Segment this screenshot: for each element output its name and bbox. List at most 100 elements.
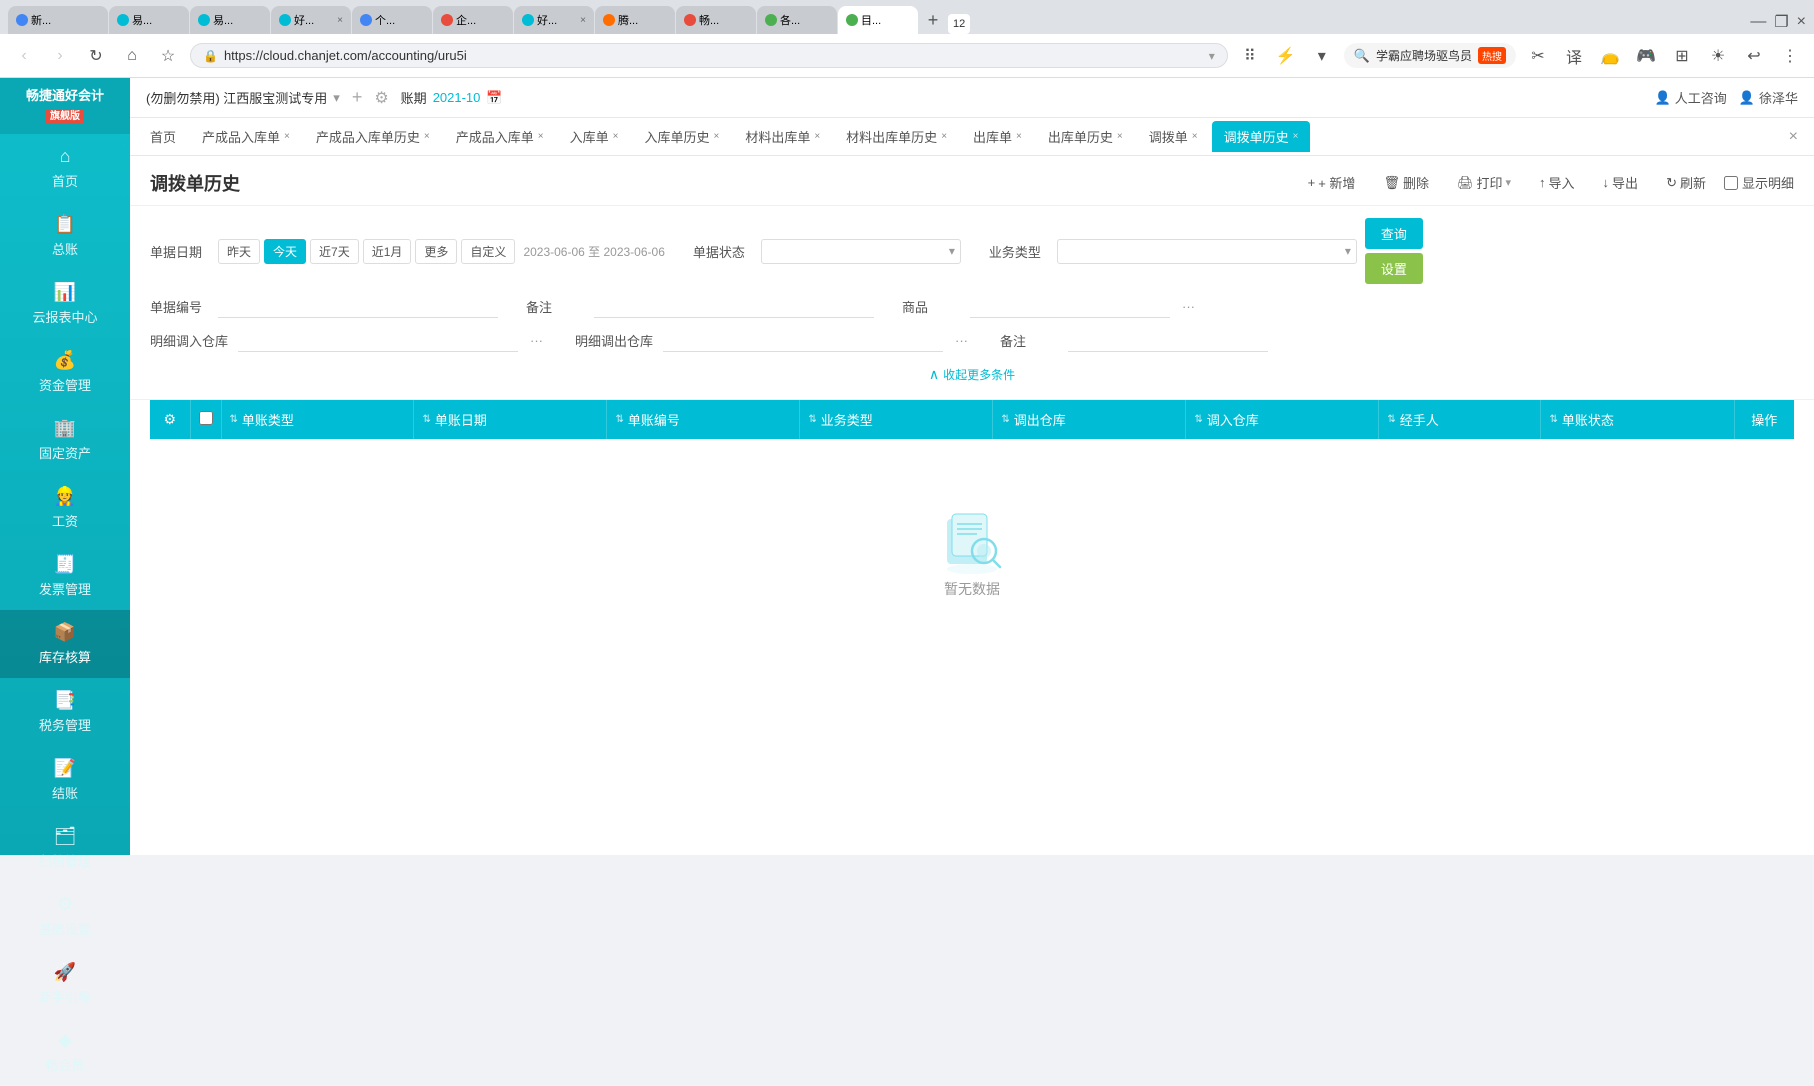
select-all-checkbox[interactable] — [199, 411, 213, 425]
browser-tab-1[interactable]: 新... — [8, 6, 108, 34]
scissors-icon[interactable]: ✂ — [1524, 42, 1552, 70]
browser-tab-8[interactable]: 腾... — [595, 6, 675, 34]
grid-icon[interactable]: ⊞ — [1668, 42, 1696, 70]
type-column-header[interactable]: ⇅ 单账类型 — [221, 400, 414, 439]
browser-tab-11[interactable]: 目... — [838, 6, 918, 34]
detail-out-more-icon[interactable]: ··· — [951, 333, 972, 348]
tab-products-in2[interactable]: 产成品入库单 × — [444, 121, 556, 152]
tab-close-icon[interactable]: × — [613, 131, 619, 142]
remark-input[interactable] — [594, 294, 874, 318]
undo-icon[interactable]: ↩ — [1740, 42, 1768, 70]
check-column-header[interactable] — [190, 400, 221, 439]
display-cols-checkbox[interactable] — [1724, 176, 1738, 190]
sidebar-item-ledger[interactable]: 📋 总账 — [0, 202, 130, 270]
tab-close-icon[interactable]: × — [580, 15, 586, 26]
query-button[interactable]: 查询 — [1365, 218, 1423, 249]
gear-icon[interactable]: ⚙ — [163, 411, 176, 427]
date-column-header[interactable]: ⇅ 单账日期 — [414, 400, 607, 439]
menu-icon[interactable]: ⋮ — [1776, 42, 1804, 70]
tab-close-icon[interactable]: × — [538, 131, 544, 142]
sidebar-item-tax[interactable]: 📑 税务管理 — [0, 678, 130, 746]
dropdown-button[interactable]: ▾ — [1308, 42, 1336, 70]
in-warehouse-column-header[interactable]: ⇅ 调入仓库 — [1186, 400, 1379, 439]
browser-tab-9[interactable]: 畅... — [676, 6, 756, 34]
tab-products-in-history[interactable]: 产成品入库单历史 × — [304, 121, 442, 152]
delete-button[interactable]: 🗑 删除 — [1373, 168, 1439, 197]
new-tab-button[interactable]: + — [919, 6, 947, 34]
browser-tab-7[interactable]: 好... × — [514, 6, 594, 34]
settings-column-header[interactable]: ⚙ — [150, 400, 190, 439]
maximize-button[interactable]: ❐ — [1774, 12, 1788, 32]
yesterday-button[interactable]: 昨天 — [218, 239, 260, 264]
new-button[interactable]: + + 新增 — [1298, 168, 1366, 197]
sidebar-item-period-close[interactable]: 📝 结账 — [0, 746, 130, 814]
tab-close-icon[interactable]: × — [1293, 131, 1299, 142]
refresh-button[interactable]: ↻ 刷新 — [1656, 168, 1716, 197]
tab-close-icon[interactable]: × — [424, 131, 430, 142]
tab-close-icon[interactable]: × — [1192, 131, 1198, 142]
sidebar-item-settings[interactable]: ⚙ 基础设置 — [0, 882, 130, 950]
brightness-icon[interactable]: ☀ — [1704, 42, 1732, 70]
print-button[interactable]: 🖨 打印 ▾ — [1447, 168, 1521, 197]
import-button[interactable]: ↑ 导入 — [1529, 168, 1585, 197]
tab-stock-out-history[interactable]: 出库单历史 × — [1036, 121, 1135, 152]
browser-tab-6[interactable]: 企... — [433, 6, 513, 34]
lightning-button[interactable]: ⚡ — [1272, 42, 1300, 70]
tab-stock-in-history[interactable]: 入库单历史 × — [632, 121, 731, 152]
number-column-header[interactable]: ⇅ 单账编号 — [607, 400, 800, 439]
user-avatar[interactable]: 👤 徐泽华 — [1739, 88, 1798, 107]
status-column-header[interactable]: ⇅ 单账状态 — [1541, 400, 1734, 439]
tab-home[interactable]: 首页 — [138, 121, 188, 152]
detail-in-input[interactable] — [238, 328, 518, 352]
company-selector[interactable]: (勿删勿禁用) 江西服宝测试专用 ▾ — [146, 88, 340, 107]
tab-stock-in[interactable]: 入库单 × — [558, 121, 631, 152]
biz-type-select[interactable] — [1057, 239, 1357, 264]
tab-close-icon[interactable]: × — [941, 131, 947, 142]
display-cols-toggle[interactable]: 显示明细 — [1724, 173, 1794, 192]
tab-close-icon[interactable]: × — [337, 15, 343, 26]
tab-close-icon[interactable]: × — [713, 131, 719, 142]
collapse-button[interactable]: ∧ 收起更多条件 — [150, 362, 1794, 387]
tab-close-icon[interactable]: × — [1117, 131, 1123, 142]
out-warehouse-column-header[interactable]: ⇅ 调出仓库 — [993, 400, 1186, 439]
custom-date-button[interactable]: 自定义 — [461, 239, 515, 264]
status-select[interactable] — [761, 239, 961, 264]
sidebar-item-home[interactable]: ⌂ 首页 — [0, 134, 130, 202]
last-month-button[interactable]: 近1月 — [363, 239, 412, 264]
translate-icon[interactable]: 译 — [1560, 42, 1588, 70]
reload-button[interactable]: ↻ — [82, 42, 110, 70]
sidebar-item-vip[interactable]: ◆ 畅会员 — [0, 1018, 130, 1086]
sidebar-item-invoice[interactable]: 🧾 发票管理 — [0, 542, 130, 610]
tab-close-icon[interactable]: × — [814, 131, 820, 142]
forward-button[interactable]: › — [46, 42, 74, 70]
browser-tab-4[interactable]: 好... × — [271, 6, 351, 34]
tab-transfer-history[interactable]: 调拨单历史 × — [1212, 121, 1311, 152]
back-button[interactable]: ‹ — [10, 42, 38, 70]
today-button[interactable]: 今天 — [264, 239, 306, 264]
sidebar-item-reports[interactable]: 📊 云报表中心 — [0, 270, 130, 338]
sidebar-item-guide[interactable]: 🚀 新手引导 — [0, 950, 130, 1018]
extensions-button[interactable]: ⠿ — [1236, 42, 1264, 70]
biz-type-column-header[interactable]: ⇅ 业务类型 — [800, 400, 993, 439]
wallet-icon[interactable]: 👝 — [1596, 42, 1624, 70]
more-options-icon[interactable]: ▾ — [1209, 49, 1215, 63]
tab-material-out[interactable]: 材料出库单 × — [733, 121, 832, 152]
close-all-tabs-button[interactable]: × — [1781, 128, 1806, 146]
tab-material-out-history[interactable]: 材料出库单历史 × — [834, 121, 959, 152]
goods-input[interactable] — [970, 294, 1170, 318]
sidebar-item-payroll[interactable]: 👷 工资 — [0, 474, 130, 542]
tab-transfer[interactable]: 调拨单 × — [1137, 121, 1210, 152]
settings-filter-button[interactable]: 设置 — [1365, 253, 1423, 284]
browser-tab-3[interactable]: 易... — [190, 6, 270, 34]
browser-tab-2[interactable]: 易... — [109, 6, 189, 34]
sidebar-item-archive[interactable]: 🗂 归档管理 — [0, 814, 130, 882]
detail-out-input[interactable] — [663, 328, 943, 352]
tab-products-in[interactable]: 产成品入库单 × — [190, 121, 302, 152]
export-button[interactable]: ↓ 导出 — [1593, 168, 1649, 197]
detail-in-more-icon[interactable]: ··· — [526, 333, 547, 348]
address-bar[interactable]: 🔒 https://cloud.chanjet.com/accounting/u… — [190, 43, 1228, 68]
more-date-button[interactable]: 更多 — [415, 239, 457, 264]
close-button[interactable]: × — [1797, 13, 1806, 31]
customer-service-button[interactable]: 👤 人工咨询 — [1655, 88, 1727, 107]
add-company-button[interactable]: + — [352, 87, 363, 108]
